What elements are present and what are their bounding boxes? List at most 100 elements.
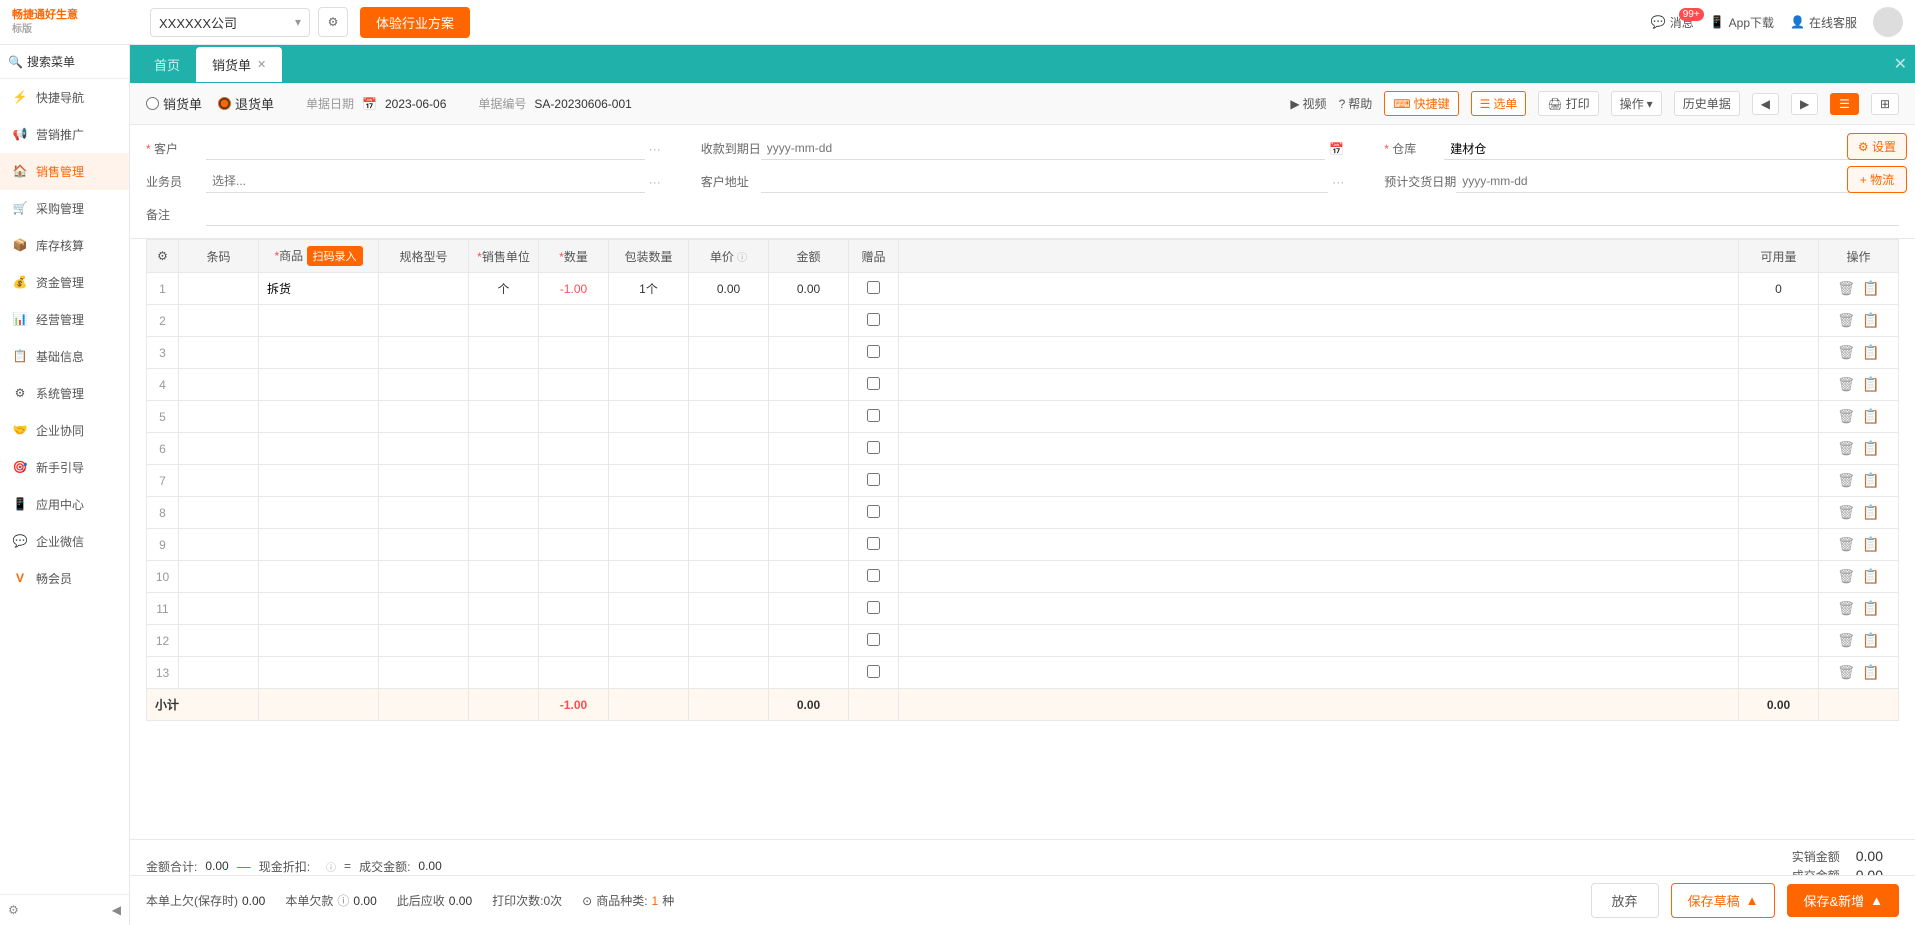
avatar[interactable]	[1873, 7, 1903, 37]
row-price[interactable]	[689, 433, 769, 465]
return-order-radio-input[interactable]	[218, 97, 231, 110]
copy-row-icon[interactable]: 📋	[1862, 312, 1879, 328]
gift-checkbox[interactable]	[867, 569, 880, 582]
row-unit[interactable]	[469, 561, 539, 593]
delivery-date-input[interactable]	[1456, 170, 1880, 193]
gift-checkbox[interactable]	[867, 601, 880, 614]
spec-input[interactable]	[387, 378, 460, 392]
customer-dots-icon[interactable]: ···	[649, 142, 661, 156]
row-price[interactable]	[689, 465, 769, 497]
warehouse-input[interactable]	[1444, 137, 1883, 160]
row-unit[interactable]	[469, 337, 539, 369]
row-pkg[interactable]	[609, 337, 689, 369]
row-amount[interactable]	[769, 401, 849, 433]
gift-checkbox[interactable]	[867, 409, 880, 422]
col-settings[interactable]: ⚙	[147, 240, 179, 273]
row-price[interactable]	[689, 657, 769, 689]
row-goods[interactable]	[259, 497, 379, 529]
row-pkg[interactable]: 1个	[609, 273, 689, 305]
spec-input[interactable]	[387, 442, 460, 456]
collection-date-input[interactable]	[761, 137, 1326, 160]
row-amount[interactable]	[769, 625, 849, 657]
barcode-input[interactable]	[187, 410, 250, 424]
goods-input[interactable]	[267, 314, 370, 328]
row-spec[interactable]	[379, 433, 469, 465]
row-pkg[interactable]	[609, 593, 689, 625]
barcode-input[interactable]	[187, 346, 250, 360]
company-selector[interactable]: XXXXXX公司 ▾	[150, 8, 310, 37]
row-qty[interactable]	[539, 593, 609, 625]
row-qty[interactable]	[539, 433, 609, 465]
row-goods[interactable]	[259, 625, 379, 657]
row-barcode[interactable]	[179, 401, 259, 433]
gift-checkbox[interactable]	[867, 633, 880, 646]
row-barcode[interactable]	[179, 657, 259, 689]
sidebar-item-operations[interactable]: 📊 经营管理	[0, 301, 129, 338]
row-spec[interactable]	[379, 561, 469, 593]
spec-input[interactable]	[387, 666, 460, 680]
setup-button[interactable]: ⚙ 设置	[1847, 133, 1907, 160]
row-amount[interactable]	[769, 465, 849, 497]
save-new-button[interactable]: 保存&新增 ▲	[1787, 884, 1899, 917]
goods-input[interactable]	[267, 281, 370, 295]
row-price[interactable]	[689, 369, 769, 401]
delete-row-icon[interactable]: 🗑	[1837, 344, 1855, 360]
sidebar-item-system[interactable]: ⚙ 系统管理	[0, 375, 129, 412]
row-pkg[interactable]	[609, 529, 689, 561]
row-amount[interactable]	[769, 561, 849, 593]
sales-order-radio-input[interactable]	[146, 97, 159, 110]
row-spec[interactable]	[379, 465, 469, 497]
total-receivable-info-icon[interactable]: ⓘ	[337, 892, 349, 909]
sidebar-item-appstore[interactable]: 📱 应用中心	[0, 486, 129, 523]
goods-input[interactable]	[267, 570, 370, 584]
copy-row-icon[interactable]: 📋	[1862, 280, 1879, 296]
goods-input[interactable]	[267, 410, 370, 424]
copy-row-icon[interactable]: 📋	[1862, 664, 1879, 680]
row-gift[interactable]	[849, 401, 899, 433]
row-goods[interactable]	[259, 561, 379, 593]
row-pkg[interactable]	[609, 625, 689, 657]
logistics-button[interactable]: + 物流	[1847, 166, 1907, 193]
row-amount[interactable]	[769, 337, 849, 369]
barcode-input[interactable]	[187, 506, 250, 520]
sidebar-item-member[interactable]: V 畅会员	[0, 560, 129, 597]
row-amount[interactable]	[769, 433, 849, 465]
tab-home[interactable]: 首页	[138, 47, 196, 82]
spec-input[interactable]	[387, 474, 460, 488]
tab-sales-order[interactable]: 销货单 ✕	[196, 47, 282, 82]
row-qty[interactable]	[539, 305, 609, 337]
select-btn[interactable]: ☰ 选单	[1471, 91, 1527, 116]
spec-input[interactable]	[387, 602, 460, 616]
row-barcode[interactable]	[179, 337, 259, 369]
row-gift[interactable]	[849, 561, 899, 593]
row-barcode[interactable]	[179, 497, 259, 529]
barcode-input[interactable]	[187, 602, 250, 616]
gift-checkbox[interactable]	[867, 281, 880, 294]
row-barcode[interactable]	[179, 433, 259, 465]
goods-input[interactable]	[267, 474, 370, 488]
row-unit[interactable]: 个	[469, 273, 539, 305]
goods-input[interactable]	[267, 506, 370, 520]
row-goods[interactable]	[259, 401, 379, 433]
online-service-button[interactable]: 👤 在线客服	[1790, 14, 1857, 31]
spec-input[interactable]	[387, 346, 460, 360]
gift-checkbox[interactable]	[867, 537, 880, 550]
next-btn[interactable]: ▶	[1791, 93, 1818, 115]
spec-input[interactable]	[387, 634, 460, 648]
row-unit[interactable]	[469, 401, 539, 433]
row-unit[interactable]	[469, 305, 539, 337]
close-all-icon[interactable]: ✕	[1894, 45, 1907, 83]
tab-close-icon[interactable]: ✕	[257, 58, 266, 71]
sidebar-item-marketing[interactable]: 📢 营销推广	[0, 116, 129, 153]
row-barcode[interactable]	[179, 465, 259, 497]
row-gift[interactable]	[849, 433, 899, 465]
row-spec[interactable]	[379, 529, 469, 561]
copy-row-icon[interactable]: 📋	[1862, 568, 1879, 584]
row-qty[interactable]	[539, 369, 609, 401]
row-amount[interactable]: 0.00	[769, 273, 849, 305]
row-goods[interactable]	[259, 657, 379, 689]
row-goods[interactable]	[259, 273, 379, 305]
delete-row-icon[interactable]: 🗑	[1837, 408, 1855, 424]
customer-address-input[interactable]	[761, 170, 1328, 193]
app-download-button[interactable]: 📱 App下载	[1710, 14, 1774, 31]
